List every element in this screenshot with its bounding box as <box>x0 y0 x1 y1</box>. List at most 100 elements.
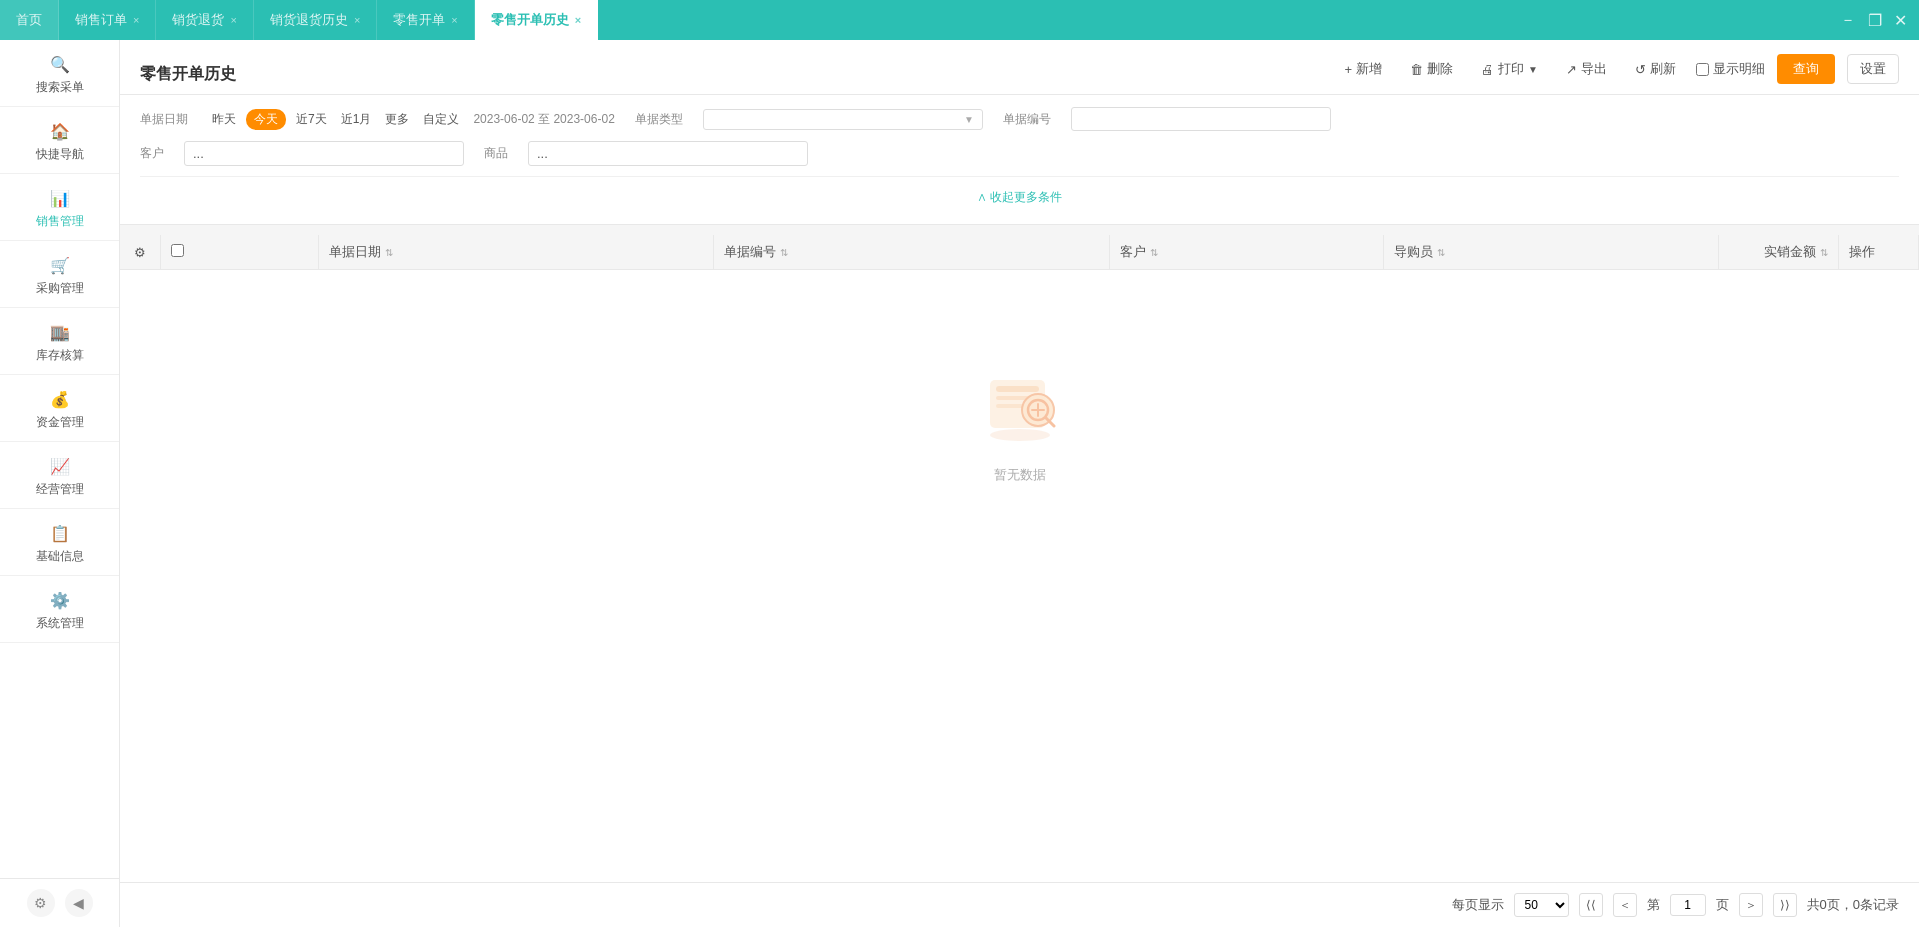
sidebar-bottom: ⚙ ◀ <box>0 878 119 927</box>
tab-sales-order-close[interactable]: × <box>133 14 139 26</box>
tab-retail-history[interactable]: 零售开单历史 × <box>475 0 598 40</box>
sidebar-label-sales: 销售管理 <box>36 213 84 230</box>
sidebar-collapse-icon[interactable]: ◀ <box>65 889 93 917</box>
settings-button[interactable]: 设置 <box>1847 54 1899 84</box>
th-amount-sort[interactable]: 实销金额 ⇅ <box>1729 243 1828 261</box>
tab-retail-open[interactable]: 零售开单 × <box>377 0 474 40</box>
th-guide-sort[interactable]: 导购员 ⇅ <box>1394 243 1708 261</box>
th-guide[interactable]: 导购员 ⇅ <box>1384 235 1719 270</box>
tab-home[interactable]: 首页 <box>0 0 59 40</box>
page-label: 第 <box>1647 896 1660 914</box>
customer-select[interactable]: ... <box>184 141 464 166</box>
customer-label: 客户 <box>140 145 164 162</box>
data-table: ⚙ 单据日期 ⇅ 单据编号 <box>120 235 1919 270</box>
th-no-sort[interactable]: 单据编号 ⇅ <box>724 243 1098 261</box>
query-button[interactable]: 查询 <box>1777 54 1835 84</box>
display-cols-checkbox[interactable] <box>1696 63 1709 76</box>
th-amount-label: 实销金额 <box>1764 243 1816 261</box>
new-button[interactable]: + 新增 <box>1337 56 1391 82</box>
print-icon: 🖨 <box>1481 62 1494 77</box>
basic-info-icon: 📋 <box>50 523 70 543</box>
th-customer[interactable]: 客户 ⇅ <box>1109 235 1383 270</box>
display-cols-toggle[interactable]: 显示明细 <box>1696 60 1765 78</box>
last-page-btn[interactable]: ⟩⟩ <box>1773 893 1797 917</box>
th-checkbox <box>160 235 318 270</box>
restore-icon[interactable]: ❐ <box>1868 11 1882 30</box>
filter-row-1: 单据日期 昨天 今天 近7天 近1月 更多 自定义 2023-06-02 至 2… <box>140 107 1899 131</box>
th-date[interactable]: 单据日期 ⇅ <box>318 235 713 270</box>
doc-type-label: 单据类型 <box>635 111 683 128</box>
sort-amount-icon: ⇅ <box>1820 247 1828 258</box>
collapse-row: ∧ 收起更多条件 <box>140 176 1899 212</box>
custom-btn[interactable]: 自定义 <box>419 109 463 130</box>
th-settings[interactable]: ⚙ <box>120 235 160 270</box>
per-page-select[interactable]: 50 100 200 <box>1514 893 1569 917</box>
page-header: 零售开单历史 + 新增 🗑 删除 🖨 打印 ▼ ↗ 导出 <box>120 40 1919 95</box>
sidebar-item-inventory[interactable]: 🏬 库存核算 <box>0 308 119 375</box>
sidebar-item-system[interactable]: ⚙️ 系统管理 <box>0 576 119 643</box>
doc-type-arrow-icon: ▼ <box>964 114 974 125</box>
minimize-icon[interactable]: － <box>1840 10 1856 31</box>
select-all-checkbox[interactable] <box>171 244 184 257</box>
th-action-label: 操作 <box>1849 244 1875 259</box>
close-icon[interactable]: ✕ <box>1894 11 1907 30</box>
toolbar: + 新增 🗑 删除 🖨 打印 ▼ ↗ 导出 ↺ 刷新 <box>1337 54 1900 94</box>
sort-customer-icon: ⇅ <box>1150 247 1158 258</box>
export-button[interactable]: ↗ 导出 <box>1558 56 1615 82</box>
tab-sales-order-label: 销售订单 <box>75 11 127 29</box>
yesterday-btn[interactable]: 昨天 <box>208 109 240 130</box>
last7-btn[interactable]: 近7天 <box>292 109 331 130</box>
svg-rect-2 <box>996 386 1039 392</box>
tab-sales-order[interactable]: 销售订单 × <box>59 0 156 40</box>
th-customer-label: 客户 <box>1120 243 1146 261</box>
doc-type-select[interactable]: ▼ <box>703 109 983 130</box>
table-area: ⚙ 单据日期 ⇅ 单据编号 <box>120 235 1919 882</box>
last-month-btn[interactable]: 近1月 <box>337 109 376 130</box>
more-date-btn[interactable]: 更多 <box>381 109 413 130</box>
next-page-btn[interactable]: ＞ <box>1739 893 1763 917</box>
date-shortcuts: 昨天 今天 近7天 近1月 更多 自定义 2023-06-02 至 2023-0… <box>208 109 615 130</box>
sidebar-item-basic-info[interactable]: 📋 基础信息 <box>0 509 119 576</box>
pagination-bar: 每页显示 50 100 200 ⟨⟨ ＜ 第 页 ＞ ⟩⟩ 共0页，0条记录 <box>120 882 1919 927</box>
tab-retail-open-close[interactable]: × <box>451 14 457 26</box>
sidebar-label-search: 搜索采单 <box>36 79 84 96</box>
system-icon: ⚙️ <box>50 590 70 610</box>
delete-button[interactable]: 🗑 删除 <box>1402 56 1461 82</box>
sidebar-label-inventory: 库存核算 <box>36 347 84 364</box>
prev-page-btn[interactable]: ＜ <box>1613 893 1637 917</box>
today-btn[interactable]: 今天 <box>246 109 286 130</box>
tab-sales-return-history[interactable]: 销货退货历史 × <box>254 0 377 40</box>
inventory-icon: 🏬 <box>50 322 70 342</box>
refresh-button[interactable]: ↺ 刷新 <box>1627 56 1684 82</box>
th-no[interactable]: 单据编号 ⇅ <box>714 235 1109 270</box>
page-title: 零售开单历史 <box>140 64 236 85</box>
sidebar-item-sales[interactable]: 📊 销售管理 <box>0 174 119 241</box>
first-page-btn[interactable]: ⟨⟨ <box>1579 893 1603 917</box>
sidebar-item-purchase[interactable]: 🛒 采购管理 <box>0 241 119 308</box>
sort-date-icon: ⇅ <box>385 247 393 258</box>
doc-no-input[interactable] <box>1071 107 1331 131</box>
tab-retail-history-close[interactable]: × <box>575 14 581 26</box>
tab-sales-return-history-close[interactable]: × <box>354 14 360 26</box>
page-number-input[interactable] <box>1670 894 1706 916</box>
new-icon: + <box>1345 62 1353 77</box>
sidebar-item-operation[interactable]: 📈 经营管理 <box>0 442 119 509</box>
tab-sales-return-close[interactable]: × <box>230 14 236 26</box>
th-amount[interactable]: 实销金额 ⇅ <box>1719 235 1839 270</box>
sidebar-item-finance[interactable]: 💰 资金管理 <box>0 375 119 442</box>
column-settings-icon[interactable]: ⚙ <box>134 245 146 260</box>
tab-list: 首页 销售订单 × 销货退货 × 销货退货历史 × 零售开单 × 零售开单历史 … <box>0 0 1828 40</box>
th-customer-sort[interactable]: 客户 ⇅ <box>1120 243 1373 261</box>
tab-sales-return[interactable]: 销货退货 × <box>156 0 253 40</box>
collapse-btn[interactable]: ∧ 收起更多条件 <box>971 183 1068 212</box>
th-date-sort[interactable]: 单据日期 ⇅ <box>329 243 703 261</box>
th-guide-label: 导购员 <box>1394 243 1433 261</box>
sidebar-settings-icon[interactable]: ⚙ <box>27 889 55 917</box>
sort-guide-icon: ⇅ <box>1437 247 1445 258</box>
print-button[interactable]: 🖨 打印 ▼ <box>1473 56 1546 82</box>
top-navbar: 首页 销售订单 × 销货退货 × 销货退货历史 × 零售开单 × 零售开单历史 … <box>0 0 1919 40</box>
print-label: 打印 <box>1498 60 1524 78</box>
goods-select[interactable]: ... <box>528 141 808 166</box>
sidebar-item-search[interactable]: 🔍 搜索采单 <box>0 40 119 107</box>
sidebar-item-quick-nav[interactable]: 🏠 快捷导航 <box>0 107 119 174</box>
